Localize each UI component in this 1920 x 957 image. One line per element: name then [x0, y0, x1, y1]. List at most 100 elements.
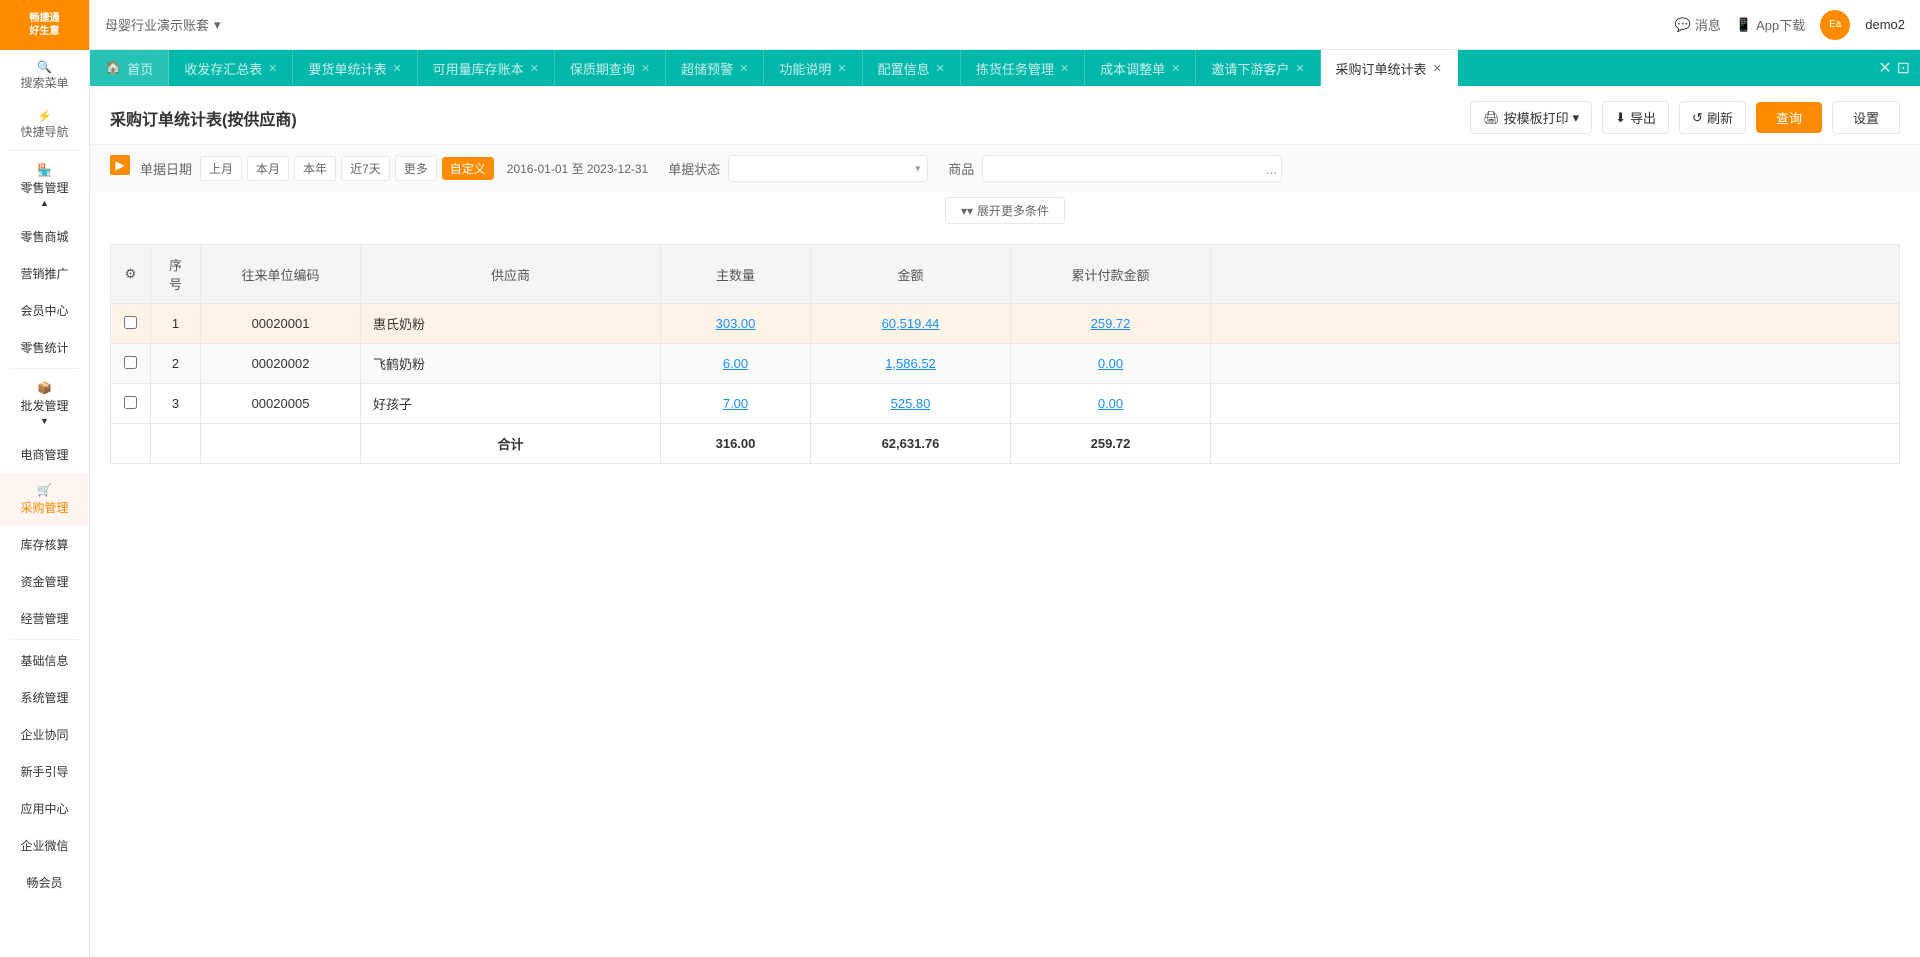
message-btn[interactable]: 💬 消息: [1675, 15, 1721, 34]
maximize-btn[interactable]: ⊡: [1897, 58, 1910, 78]
tab-label: 配置信息: [878, 59, 930, 78]
row-extra: [1211, 344, 1900, 384]
close-icon[interactable]: ✕: [1060, 62, 1069, 75]
custom-date-btn[interactable]: 自定义: [442, 157, 494, 180]
tab-label: 保质期查询: [570, 59, 635, 78]
tab-peizhi[interactable]: 配置信息 ✕: [863, 50, 961, 86]
sidebar-quicknav[interactable]: ⚡ 快捷导航: [0, 101, 89, 148]
sidebar-item-yingxiao[interactable]: 营销推广: [0, 255, 89, 292]
status-select[interactable]: [728, 155, 928, 182]
print-button[interactable]: 🖨 按模板打印 ▾: [1470, 101, 1592, 134]
expand-icon: ▲: [40, 198, 49, 208]
page-header: 采购订单统计表(按供应商) 🖨 按模板打印 ▾ ⬇ 导出 ↺ 刷新 查询: [90, 86, 1920, 145]
close-icon[interactable]: ✕: [1433, 62, 1442, 75]
row-checkbox[interactable]: [111, 384, 151, 424]
status-filter-label: 单据状态: [668, 159, 720, 178]
sidebar-item-caigou[interactable]: 🛒 采购管理: [0, 473, 89, 526]
sidebar-item-lingshouguan[interactable]: 🏪 零售管理 ▲: [0, 153, 89, 218]
refresh-button[interactable]: ↺ 刷新: [1679, 101, 1746, 134]
collapse-button[interactable]: ▶: [110, 155, 130, 175]
goods-more-icon[interactable]: ...: [1266, 161, 1278, 177]
close-icon[interactable]: ✕: [936, 62, 945, 75]
tab-shoufahuizong[interactable]: 收发存汇总表 ✕: [169, 50, 293, 86]
close-icon[interactable]: ✕: [641, 62, 650, 75]
close-icon[interactable]: ✕: [1295, 62, 1304, 75]
col-qty-label: 主数量: [716, 268, 755, 283]
sidebar-search[interactable]: 🔍 搜索菜单: [0, 50, 89, 101]
sidebar-item-pifa[interactable]: 📦 批发管理 ▼: [0, 371, 89, 436]
row-amount[interactable]: 60,519.44: [811, 304, 1011, 344]
tab-gongneng[interactable]: 功能说明 ✕: [764, 50, 862, 86]
col-no: 序号: [151, 245, 201, 304]
sidebar-item-qiye[interactable]: 企业协同: [0, 716, 89, 753]
this-year-btn[interactable]: 本年: [294, 156, 336, 181]
row-amount[interactable]: 525.80: [811, 384, 1011, 424]
user-avatar[interactable]: Ea: [1820, 10, 1850, 40]
search-label: 搜索菜单: [5, 74, 84, 91]
row-supplier: 飞鹤奶粉: [361, 344, 661, 384]
sidebar-item-changhui[interactable]: 畅会员: [0, 864, 89, 901]
tab-caigoutongji[interactable]: 采购订单统计表 ✕: [1321, 50, 1458, 86]
row-checkbox[interactable]: [111, 304, 151, 344]
sidebar-item-zijin[interactable]: 资金管理: [0, 563, 89, 600]
goods-input[interactable]: [982, 155, 1282, 182]
close-icon[interactable]: ✕: [392, 62, 401, 75]
table-footer-row: 合计 316.00 62,631.76 259.72: [111, 424, 1900, 464]
date-filter-label: 单据日期: [140, 159, 192, 178]
col-settings[interactable]: ⚙: [111, 245, 151, 304]
col-supplier-label: 供应商: [491, 268, 530, 283]
sidebar-item-label: 采购管理: [20, 499, 68, 516]
tab-keyongkucun[interactable]: 可用量库存账本 ✕: [418, 50, 555, 86]
sidebar-item-weixin[interactable]: 企业微信: [0, 827, 89, 864]
tab-yaoqing[interactable]: 邀请下游客户 ✕: [1196, 50, 1320, 86]
sidebar-item-dianshang[interactable]: 电商管理: [0, 436, 89, 473]
tab-home[interactable]: 🏠 首页: [90, 50, 169, 86]
sidebar-item-jingying[interactable]: 经营管理: [0, 600, 89, 637]
status-select-wrapper: [728, 155, 928, 182]
export-button[interactable]: ⬇ 导出: [1602, 101, 1669, 134]
this-month-btn[interactable]: 本月: [247, 156, 289, 181]
app-download-btn[interactable]: 📱 App下载: [1736, 15, 1805, 34]
row-paid[interactable]: 259.72: [1011, 304, 1211, 344]
close-icon[interactable]: ✕: [530, 62, 539, 75]
sidebar-item-jichu[interactable]: 基础信息: [0, 642, 89, 679]
last-month-btn[interactable]: 上月: [200, 156, 242, 181]
sidebar-item-label: 新手引导: [20, 763, 68, 780]
sidebar-item-lingshouji[interactable]: 零售统计: [0, 329, 89, 366]
tab-chengben[interactable]: 成本调整单 ✕: [1085, 50, 1196, 86]
sidebar-item-yingyong[interactable]: 应用中心: [0, 790, 89, 827]
tab-baozhiqi[interactable]: 保质期查询 ✕: [555, 50, 666, 86]
close-icon[interactable]: ✕: [1171, 62, 1180, 75]
more-dates-btn[interactable]: 更多: [395, 156, 437, 181]
row-qty[interactable]: 6.00: [661, 344, 811, 384]
row-qty[interactable]: 303.00: [661, 304, 811, 344]
close-icon[interactable]: ✕: [739, 62, 748, 75]
row-paid[interactable]: 0.00: [1011, 344, 1211, 384]
sidebar-item-kucun[interactable]: 库存核算: [0, 526, 89, 563]
row-paid[interactable]: 0.00: [1011, 384, 1211, 424]
table-header-row: ⚙ 序号 往来单位编码 供应商 主数量: [111, 245, 1900, 304]
sidebar-item-label: 畅会员: [26, 874, 62, 891]
dropdown-icon[interactable]: ▾: [214, 17, 221, 33]
sidebar-item-xinshou[interactable]: 新手引导: [0, 753, 89, 790]
row-extra: [1211, 384, 1900, 424]
sidebar-item-huiyuan[interactable]: 会员中心: [0, 292, 89, 329]
col-amount-label: 金额: [897, 268, 923, 283]
sidebar-item-shangcheng[interactable]: 零售商城: [0, 218, 89, 255]
expand-filter-btn[interactable]: ▾▾ 展开更多条件: [945, 197, 1065, 224]
export-icon: ⬇: [1615, 110, 1626, 126]
query-button[interactable]: 查询: [1756, 102, 1822, 133]
close-icon[interactable]: ✕: [837, 62, 846, 75]
tab-tuohuo[interactable]: 拣货任务管理 ✕: [961, 50, 1085, 86]
settings-button[interactable]: 设置: [1832, 101, 1900, 134]
sidebar-item-xitong[interactable]: 系统管理: [0, 679, 89, 716]
close-all-btn[interactable]: ✕: [1878, 58, 1891, 78]
row-amount[interactable]: 1,586.52: [811, 344, 1011, 384]
last-7days-btn[interactable]: 近7天: [341, 156, 390, 181]
tab-chaochuyu[interactable]: 超储预警 ✕: [666, 50, 764, 86]
tab-yaohuodantongji[interactable]: 要货单统计表 ✕: [293, 50, 417, 86]
export-label: 导出: [1630, 108, 1656, 127]
row-checkbox[interactable]: [111, 344, 151, 384]
row-qty[interactable]: 7.00: [661, 384, 811, 424]
close-icon[interactable]: ✕: [268, 62, 277, 75]
